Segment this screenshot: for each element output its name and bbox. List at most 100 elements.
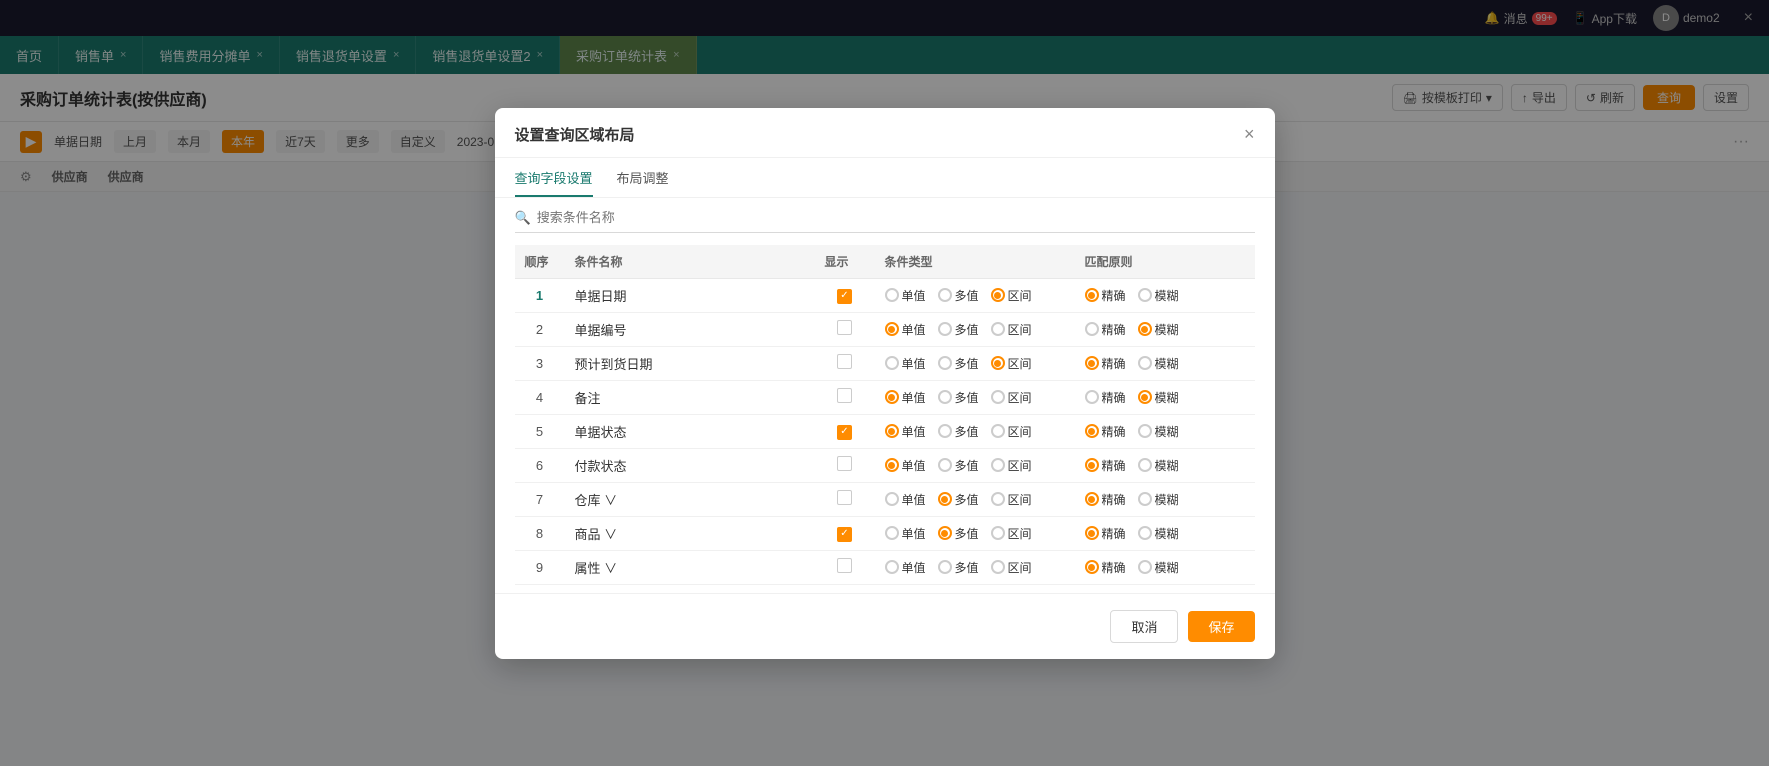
cell-show[interactable] [815, 414, 875, 448]
cell-show[interactable] [815, 448, 875, 482]
type-radio-type_range[interactable]: 区间 [991, 457, 1032, 474]
match-radio-match_exact[interactable]: 精确 [1085, 287, 1126, 304]
search-row: 🔍 [515, 210, 1255, 233]
cell-show[interactable] [815, 482, 875, 516]
type-radio-type_range[interactable]: 区间 [991, 525, 1032, 542]
match-radio-match_exact[interactable]: 精确 [1085, 355, 1126, 372]
match-radio-match_exact[interactable]: 精确 [1085, 491, 1126, 508]
cell-order: 8 [515, 516, 565, 550]
match-radio-match_exact[interactable]: 精确 [1085, 423, 1126, 440]
match-radio-match_exact[interactable]: 精确 [1085, 525, 1126, 542]
save-button[interactable]: 保存 [1188, 611, 1254, 642]
match-radio-match_exact[interactable]: 精确 [1085, 559, 1126, 576]
type-radio-type_multi[interactable]: 多值 [938, 355, 979, 372]
radio-label: 模糊 [1155, 423, 1179, 440]
cell-show[interactable] [815, 312, 875, 346]
radio-circle [1085, 560, 1099, 574]
radio-label: 多值 [955, 321, 979, 338]
type-radio-type_range[interactable]: 区间 [991, 423, 1032, 440]
match-radio-match_fuzzy[interactable]: 模糊 [1138, 287, 1179, 304]
radio-circle [938, 492, 952, 506]
type-radio-type_range[interactable]: 区间 [991, 491, 1032, 508]
type-radio-type_single[interactable]: 单值 [885, 491, 926, 508]
cell-show[interactable] [815, 346, 875, 380]
th-type: 条件类型 [875, 245, 1075, 279]
radio-circle [885, 526, 899, 540]
type-radio-type_range[interactable]: 区间 [991, 287, 1032, 304]
type-radio-type_single[interactable]: 单值 [885, 423, 926, 440]
match-radio-match_fuzzy[interactable]: 模糊 [1138, 559, 1179, 576]
radio-circle [991, 560, 1005, 574]
radio-label: 多值 [955, 423, 979, 440]
cell-show[interactable] [815, 278, 875, 312]
type-radio-type_multi[interactable]: 多值 [938, 389, 979, 406]
type-radio-type_single[interactable]: 单值 [885, 321, 926, 338]
type-radio-type_multi[interactable]: 多值 [938, 457, 979, 474]
radio-label: 区间 [1008, 491, 1032, 508]
dialog-close-button[interactable]: × [1244, 125, 1255, 143]
cell-show[interactable] [815, 550, 875, 584]
radio-circle [991, 458, 1005, 472]
type-radio-type_single[interactable]: 单值 [885, 457, 926, 474]
match-radio-match_exact[interactable]: 精确 [1085, 389, 1126, 406]
match-radio-match_fuzzy[interactable]: 模糊 [1138, 457, 1179, 474]
show-checkbox[interactable] [837, 289, 852, 304]
settings-dialog: 设置查询区域布局 × 查询字段设置 布局调整 🔍 [495, 108, 1275, 659]
dialog-body: 🔍 顺序 条件名称 显示 条件类型 匹配原则 [495, 198, 1275, 585]
cell-show[interactable] [815, 584, 875, 585]
match-radio-match_fuzzy[interactable]: 模糊 [1138, 389, 1179, 406]
type-radio-type_range[interactable]: 区间 [991, 321, 1032, 338]
search-input[interactable] [537, 210, 1255, 225]
match-radio-match_exact[interactable]: 精确 [1085, 457, 1126, 474]
type-radio-type_single[interactable]: 单值 [885, 287, 926, 304]
type-radio-type_multi[interactable]: 多值 [938, 491, 979, 508]
cell-show[interactable] [815, 380, 875, 414]
type-radio-type_multi[interactable]: 多值 [938, 287, 979, 304]
type-radio-type_range[interactable]: 区间 [991, 355, 1032, 372]
tab-layout-adjust[interactable]: 布局调整 [617, 158, 669, 197]
show-checkbox[interactable] [837, 490, 852, 505]
match-radio-match_fuzzy[interactable]: 模糊 [1138, 491, 1179, 508]
type-radio-type_multi[interactable]: 多值 [938, 525, 979, 542]
type-radio-type_multi[interactable]: 多值 [938, 423, 979, 440]
radio-label: 模糊 [1155, 287, 1179, 304]
settings-table: 顺序 条件名称 显示 条件类型 匹配原则 1单据日期单值多值区间精确模糊2单据编… [515, 245, 1255, 585]
type-radio-type_range[interactable]: 区间 [991, 559, 1032, 576]
cancel-button[interactable]: 取消 [1110, 610, 1178, 643]
show-checkbox[interactable] [837, 425, 852, 440]
radio-label: 区间 [1008, 559, 1032, 576]
radio-circle [885, 560, 899, 574]
match-radio-match_fuzzy[interactable]: 模糊 [1138, 355, 1179, 372]
type-radio-type_single[interactable]: 单值 [885, 355, 926, 372]
match-radio-match_fuzzy[interactable]: 模糊 [1138, 525, 1179, 542]
cell-name: 单据日期 [565, 278, 815, 312]
radio-circle [991, 390, 1005, 404]
radio-label: 模糊 [1155, 491, 1179, 508]
show-checkbox[interactable] [837, 527, 852, 542]
type-radio-type_single[interactable]: 单值 [885, 389, 926, 406]
type-radio-type_range[interactable]: 区间 [991, 389, 1032, 406]
type-radio-type_multi[interactable]: 多值 [938, 559, 979, 576]
match-radio-match_exact[interactable]: 精确 [1085, 321, 1126, 338]
match-radio-match_fuzzy[interactable]: 模糊 [1138, 423, 1179, 440]
cell-match: 精确模糊 [1075, 550, 1255, 584]
show-checkbox[interactable] [837, 320, 852, 335]
type-radio-type_single[interactable]: 单值 [885, 559, 926, 576]
radio-circle [938, 288, 952, 302]
show-checkbox[interactable] [837, 558, 852, 573]
cell-type: 单值多值区间 [875, 346, 1075, 380]
table-row: 4备注单值多值区间精确模糊 [515, 380, 1255, 414]
cell-show[interactable] [815, 516, 875, 550]
type-radio-type_single[interactable]: 单值 [885, 525, 926, 542]
radio-label: 单值 [902, 389, 926, 406]
show-checkbox[interactable] [837, 354, 852, 369]
cell-match: 精确 模糊 [1075, 414, 1255, 448]
tab-query-fields[interactable]: 查询字段设置 [515, 158, 593, 197]
match-radio-match_fuzzy[interactable]: 模糊 [1138, 321, 1179, 338]
radio-label: 单值 [902, 355, 926, 372]
radio-label: 单值 [902, 457, 926, 474]
show-checkbox[interactable] [837, 456, 852, 471]
type-radio-type_multi[interactable]: 多值 [938, 321, 979, 338]
show-checkbox[interactable] [837, 388, 852, 403]
modal-overlay: 设置查询区域布局 × 查询字段设置 布局调整 🔍 [0, 0, 1769, 766]
